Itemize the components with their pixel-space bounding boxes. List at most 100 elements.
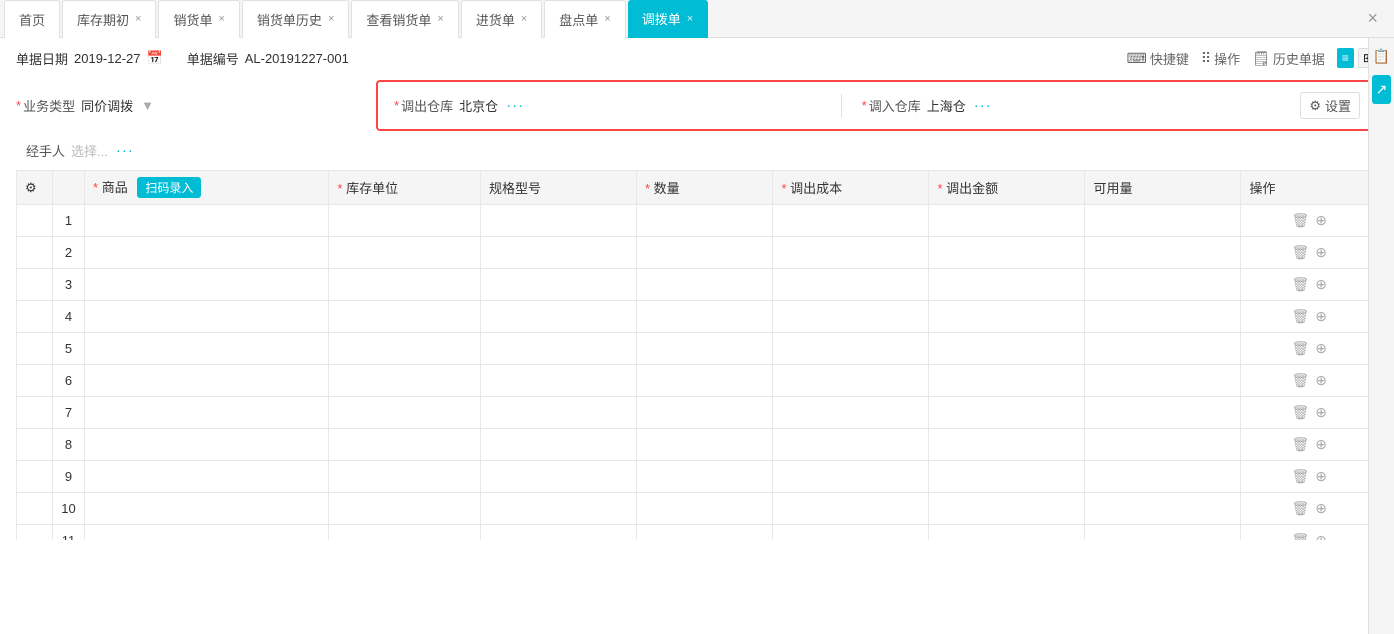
sidebar-export-icon[interactable]: ↗ — [1372, 75, 1392, 104]
row-unit-cell — [329, 493, 481, 525]
row-product-cell[interactable] — [85, 237, 329, 269]
close-icon[interactable]: × — [135, 13, 141, 25]
transfer-out-more-icon[interactable]: ··· — [506, 97, 524, 114]
settings-button[interactable]: ⚙ 设置 — [1300, 92, 1360, 119]
row-action-cell: 🗑 ⊕ — [1241, 237, 1378, 269]
business-type-dropdown[interactable]: 同价调拨 ▼ — [81, 96, 356, 115]
row-product-cell[interactable] — [85, 301, 329, 333]
shortcut-button[interactable]: ⌨ 快捷键 — [1127, 49, 1189, 68]
row-qty-cell[interactable] — [636, 365, 773, 397]
copy-icon[interactable]: ⊕ — [1315, 212, 1327, 229]
row-qty-cell[interactable] — [636, 333, 773, 365]
row-action-cell: 🗑 ⊕ — [1241, 333, 1378, 365]
scan-entry-button[interactable]: 扫码录入 — [137, 177, 201, 198]
delete-icon[interactable]: 🗑 — [1291, 244, 1309, 261]
row-unit-cell — [329, 237, 481, 269]
row-number: 6 — [53, 365, 85, 397]
main-content: 单据日期 2019-12-27 📅 单据编号 AL-20191227-001 ⌨… — [0, 38, 1394, 550]
copy-icon[interactable]: ⊕ — [1315, 308, 1327, 325]
delete-icon[interactable]: 🗑 — [1291, 436, 1309, 453]
tab-transfer-order[interactable]: 调拨单 × — [628, 0, 708, 38]
form-row-1: * 业务类型 同价调拨 ▼ * 调出仓库 北京仓 ··· * 调入仓库 上海仓 — [16, 80, 1378, 131]
copy-icon[interactable]: ⊕ — [1315, 404, 1327, 421]
handler-more-icon[interactable]: ··· — [116, 142, 134, 159]
sidebar-list-icon[interactable]: 📋 — [1373, 48, 1390, 65]
transfer-in-more-icon[interactable]: ··· — [974, 97, 992, 114]
row-qty-cell[interactable] — [636, 301, 773, 333]
tab-home[interactable]: 首页 — [4, 0, 60, 38]
row-product-cell[interactable] — [85, 429, 329, 461]
row-product-cell[interactable] — [85, 461, 329, 493]
required-star-in: * — [862, 98, 867, 113]
copy-icon[interactable]: ⊕ — [1315, 244, 1327, 261]
col-header-amount: * 调出金额 — [929, 171, 1085, 205]
delete-icon[interactable]: 🗑 — [1291, 500, 1309, 517]
row-qty-cell[interactable] — [636, 493, 773, 525]
row-product-cell[interactable] — [85, 333, 329, 365]
copy-icon[interactable]: ⊕ — [1315, 500, 1327, 517]
close-icon[interactable]: × — [218, 13, 224, 25]
row-unit-cell — [329, 461, 481, 493]
delete-icon[interactable]: 🗑 — [1291, 468, 1309, 485]
copy-icon[interactable]: ⊕ — [1315, 372, 1327, 389]
close-icon[interactable]: × — [437, 13, 443, 25]
copy-icon[interactable]: ⊕ — [1315, 468, 1327, 485]
handler-placeholder[interactable]: 选择... — [71, 141, 108, 160]
row-product-cell[interactable] — [85, 205, 329, 237]
calendar-icon[interactable]: 📅 — [147, 50, 163, 66]
row-amount-cell — [929, 365, 1085, 397]
delete-icon[interactable]: 🗑 — [1291, 372, 1309, 389]
close-icon[interactable]: × — [687, 13, 693, 25]
copy-icon[interactable]: ⊕ — [1315, 340, 1327, 357]
row-qty-cell[interactable] — [636, 269, 773, 301]
tab-view-sales[interactable]: 查看销货单 × — [351, 0, 458, 38]
row-amount-cell — [929, 493, 1085, 525]
row-qty-cell[interactable] — [636, 429, 773, 461]
tab-inventory-init[interactable]: 库存期初 × — [62, 0, 156, 38]
row-qty-cell[interactable] — [636, 525, 773, 541]
delete-icon[interactable]: 🗑 — [1291, 404, 1309, 421]
copy-icon[interactable]: ⊕ — [1315, 532, 1327, 540]
transfer-in-value[interactable]: 上海仓 — [927, 96, 966, 115]
tab-sales-history[interactable]: 销货单历史 × — [242, 0, 349, 38]
delete-icon[interactable]: 🗑 — [1291, 276, 1309, 293]
shortcut-label: 快捷键 — [1150, 49, 1189, 68]
close-icon[interactable]: × — [521, 13, 527, 25]
close-icon[interactable]: × — [604, 13, 610, 25]
delete-icon[interactable]: 🗑 — [1291, 532, 1309, 540]
transfer-out-label: 调出仓库 — [401, 96, 453, 115]
row-product-cell[interactable] — [85, 525, 329, 541]
doc-date-value[interactable]: 2019-12-27 — [74, 51, 141, 66]
copy-icon[interactable]: ⊕ — [1315, 276, 1327, 293]
transfer-out-value[interactable]: 北京仓 — [459, 96, 498, 115]
row-gear-cell — [17, 269, 53, 301]
tab-inventory-check[interactable]: 盘点单 × — [544, 0, 625, 38]
row-amount-cell — [929, 525, 1085, 541]
row-unit-cell — [329, 301, 481, 333]
row-product-cell[interactable] — [85, 397, 329, 429]
list-view-button[interactable]: ≡ — [1337, 48, 1354, 68]
col-header-gear[interactable]: ⚙ — [17, 171, 53, 205]
row-qty-cell[interactable] — [636, 461, 773, 493]
delete-icon[interactable]: 🗑 — [1291, 308, 1309, 325]
row-qty-cell[interactable] — [636, 397, 773, 429]
copy-icon[interactable]: ⊕ — [1315, 436, 1327, 453]
row-product-cell[interactable] — [85, 365, 329, 397]
window-close-button[interactable]: × — [1355, 8, 1390, 29]
dropdown-arrow-icon[interactable]: ▼ — [141, 98, 154, 113]
tab-sales-order[interactable]: 销货单 × — [158, 0, 239, 38]
delete-icon[interactable]: 🗑 — [1291, 340, 1309, 357]
tab-purchase-order[interactable]: 进货单 × — [461, 0, 542, 38]
history-button[interactable]: 🗒 历史单据 — [1252, 49, 1325, 68]
row-qty-cell[interactable] — [636, 237, 773, 269]
delete-icon[interactable]: 🗑 — [1291, 212, 1309, 229]
operation-button[interactable]: ⠿ 操作 — [1201, 49, 1240, 68]
row-available-cell — [1085, 269, 1241, 301]
row-qty-cell[interactable] — [636, 205, 773, 237]
row-cost-cell — [773, 365, 929, 397]
row-gear-cell — [17, 205, 53, 237]
row-cost-cell — [773, 493, 929, 525]
row-product-cell[interactable] — [85, 493, 329, 525]
row-product-cell[interactable] — [85, 269, 329, 301]
close-icon[interactable]: × — [328, 13, 334, 25]
